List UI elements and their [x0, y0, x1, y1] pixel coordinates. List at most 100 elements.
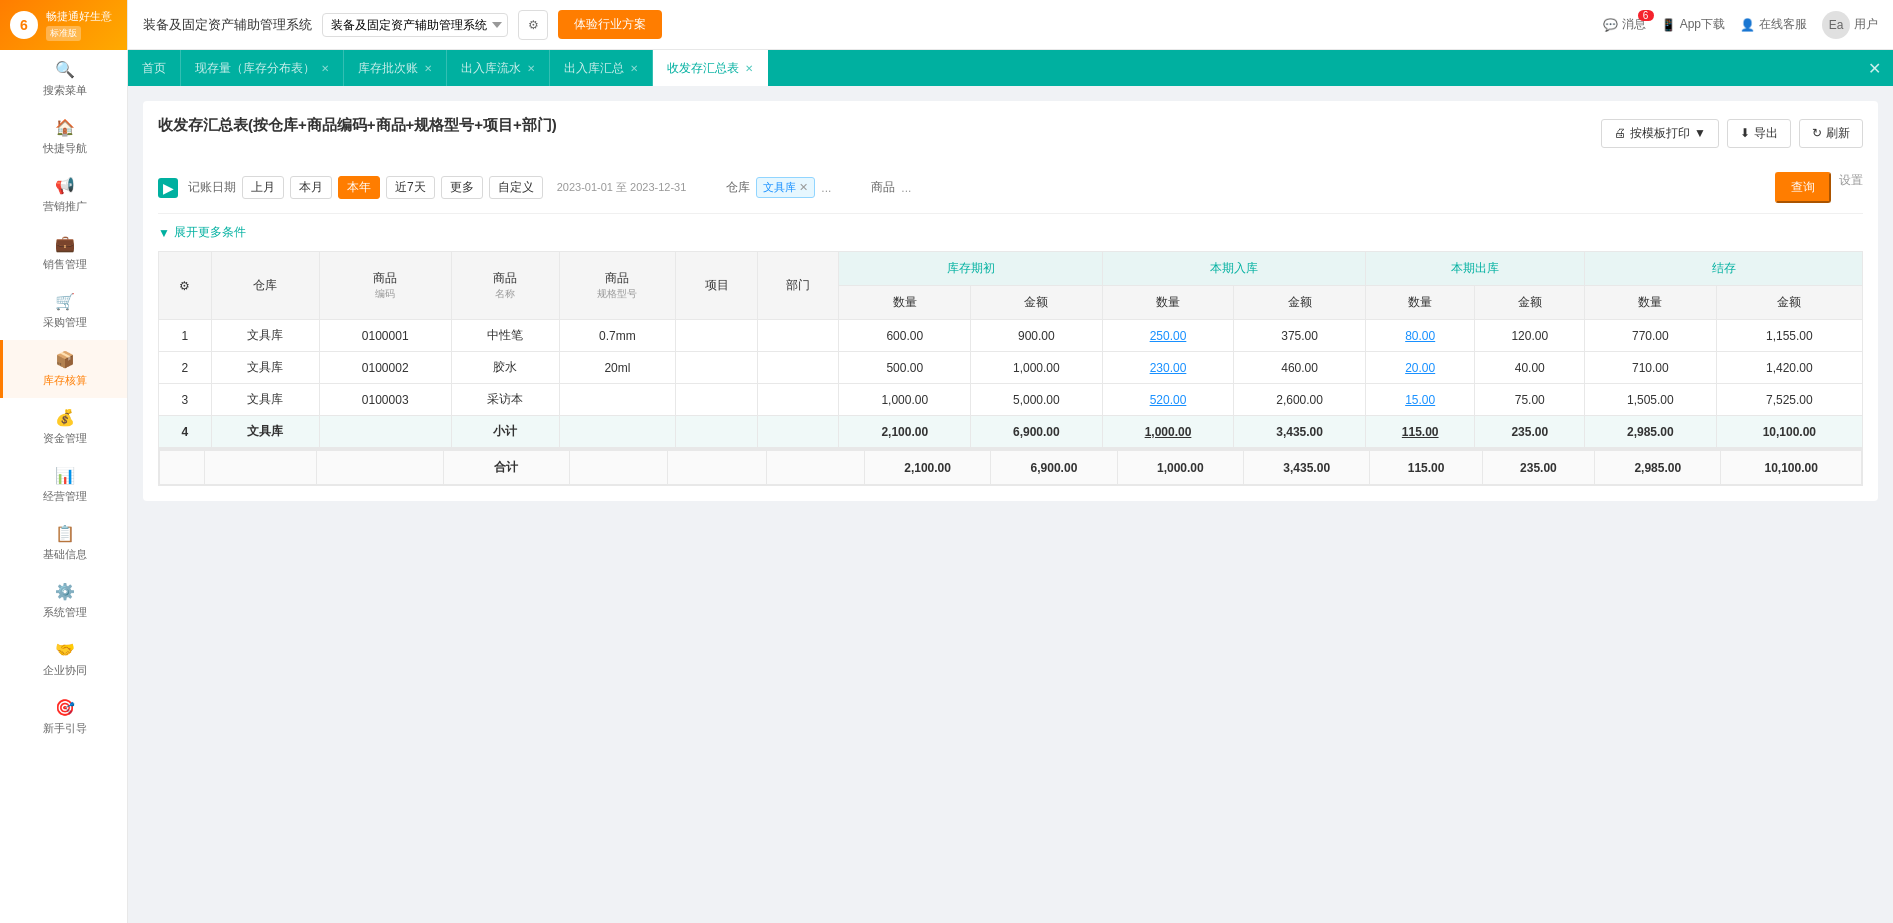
footer-in-qty: 1,000.00: [1117, 451, 1243, 485]
sidebar-item-search[interactable]: 🔍 搜索菜单: [0, 50, 127, 108]
col-in-qty: 数量: [1102, 286, 1234, 320]
message-btn[interactable]: 💬 消息 6: [1603, 16, 1646, 33]
filter-this-year[interactable]: 本年: [338, 176, 380, 199]
page-title: 收发存汇总表(按仓库+商品编码+商品+规格型号+项目+部门): [158, 116, 557, 135]
settings-link[interactable]: 设置: [1839, 172, 1863, 203]
col-in-header: 本期入库: [1102, 252, 1365, 286]
tabbar: 首页 现存量（库存分布表） ✕ 库存批次账 ✕ 出入库流水 ✕ 出入库汇总 ✕ …: [128, 50, 1893, 86]
footer-out-amt: 235.00: [1482, 451, 1594, 485]
warehouse-tag[interactable]: 文具库 ✕: [756, 177, 815, 198]
sidebar-logo: 6 畅捷通好生意 标准版: [0, 0, 127, 50]
tab-stock-dist[interactable]: 现存量（库存分布表） ✕: [181, 50, 344, 86]
filter-custom[interactable]: 自定义: [489, 176, 543, 199]
sidebar-item-quicknav[interactable]: 🏠 快捷导航: [0, 108, 127, 166]
in-qty-link-1[interactable]: 250.00: [1102, 320, 1234, 352]
system-icon: ⚙️: [55, 582, 75, 601]
user-menu[interactable]: Ea 用户: [1822, 11, 1878, 39]
tab-batch[interactable]: 库存批次账 ✕: [344, 50, 447, 86]
dropdown-icon: ▼: [1694, 126, 1706, 140]
filter-toggle-btn[interactable]: ▶: [158, 178, 178, 198]
content-card: 收发存汇总表(按仓库+商品编码+商品+规格型号+项目+部门) 🖨 按模板打印 ▼…: [143, 101, 1878, 501]
download-icon: 📱: [1661, 18, 1676, 32]
sidebar-item-sales[interactable]: 💼 销售管理: [0, 224, 127, 282]
warehouse-tag-close[interactable]: ✕: [799, 181, 808, 194]
warehouse-more-btn[interactable]: ...: [821, 181, 831, 195]
tab-close-summary[interactable]: ✕: [630, 63, 638, 74]
in-qty-link-2[interactable]: 230.00: [1102, 352, 1234, 384]
goods-filter-label: 商品: [871, 179, 895, 196]
tab-close-recv-summary[interactable]: ✕: [745, 63, 753, 74]
sidebar-item-purchase[interactable]: 🛒 采购管理: [0, 282, 127, 340]
tab-home[interactable]: 首页: [128, 50, 181, 86]
col-dept-header: 部门: [757, 252, 839, 320]
online-service-btn[interactable]: 👤 在线客服: [1740, 16, 1807, 33]
col-project-header: 项目: [676, 252, 758, 320]
refresh-btn[interactable]: ↻ 刷新: [1799, 119, 1863, 148]
enterprise-icon: 🤝: [55, 640, 75, 659]
tab-close-flow[interactable]: ✕: [527, 63, 535, 74]
sidebar-item-guide[interactable]: 🎯 新手引导: [0, 688, 127, 746]
sidebar-item-enterprise[interactable]: 🤝 企业协同: [0, 630, 127, 688]
tab-close-stock-dist[interactable]: ✕: [321, 63, 329, 74]
home-icon: 🏠: [55, 118, 75, 137]
settings-button[interactable]: ⚙: [518, 10, 548, 40]
footer-out-qty: 115.00: [1370, 451, 1482, 485]
table-row: 2 文具库 0100002 胶水 20ml 500.00 1,000.00 23…: [159, 352, 1863, 384]
out-qty-link-1[interactable]: 80.00: [1365, 320, 1475, 352]
refresh-icon: ↻: [1812, 126, 1822, 140]
service-icon: 👤: [1740, 18, 1755, 32]
expand-icon: ▼: [158, 226, 170, 240]
footer-label: 合计: [443, 451, 569, 485]
trial-button[interactable]: 体验行业方案: [558, 10, 662, 39]
filter-prev-month[interactable]: 上月: [242, 176, 284, 199]
out-qty-link-3[interactable]: 15.00: [1365, 384, 1475, 416]
filter-more-date[interactable]: 更多: [441, 176, 483, 199]
sidebar-item-system[interactable]: ⚙️ 系统管理: [0, 572, 127, 630]
col-close-qty: 数量: [1585, 286, 1717, 320]
in-qty-link-3[interactable]: 520.00: [1102, 384, 1234, 416]
date-range-display: 2023-01-01 至 2023-12-31: [557, 180, 687, 195]
filter-this-month[interactable]: 本月: [290, 176, 332, 199]
export-icon: ⬇: [1740, 126, 1750, 140]
expand-more-btn[interactable]: ▼ 展开更多条件: [158, 224, 1863, 241]
table-row: 3 文具库 0100003 采访本 1,000.00 5,000.00 520.…: [159, 384, 1863, 416]
sidebar-item-inventory[interactable]: 📦 库存核算: [0, 340, 127, 398]
finance-icon: 💰: [55, 408, 75, 427]
print-icon: 🖨: [1614, 126, 1626, 140]
sidebar-item-finance[interactable]: 💰 资金管理: [0, 398, 127, 456]
avatar: Ea: [1822, 11, 1850, 39]
data-table: ⚙ 仓库 商品 编码 商品 名称 商品 规格型号: [158, 251, 1863, 448]
tab-close-batch[interactable]: ✕: [424, 63, 432, 74]
sidebar-item-basic[interactable]: 📋 基础信息: [0, 514, 127, 572]
query-btn[interactable]: 查询: [1775, 172, 1831, 203]
filter-bar: ▶ 记账日期 上月 本月 本年 近7天 更多 自定义 2023-01-01 至 …: [158, 162, 1863, 214]
tab-flow[interactable]: 出入库流水 ✕: [447, 50, 550, 86]
col-settings-header[interactable]: ⚙: [159, 252, 212, 320]
message-icon: 💬: [1603, 18, 1618, 32]
system-select[interactable]: 装备及固定资产辅助管理系统: [322, 13, 508, 37]
close-all-tabs[interactable]: ✕: [1856, 59, 1893, 78]
main-content: 收发存汇总表(按仓库+商品编码+商品+规格型号+项目+部门) 🖨 按模板打印 ▼…: [128, 86, 1893, 923]
data-table-container: ⚙ 仓库 商品 编码 商品 名称 商品 规格型号: [158, 251, 1863, 448]
inventory-icon: 📦: [55, 350, 75, 369]
col-warehouse-header: 仓库: [211, 252, 319, 320]
footer-close-amt: 10,100.00: [1721, 451, 1862, 485]
export-btn[interactable]: ⬇ 导出: [1727, 119, 1791, 148]
print-btn[interactable]: 🖨 按模板打印 ▼: [1601, 119, 1719, 148]
tab-summary[interactable]: 出入库汇总 ✕: [550, 50, 653, 86]
col-spec-header: 商品 规格型号: [559, 252, 676, 320]
out-qty-link-2[interactable]: 20.00: [1365, 352, 1475, 384]
filter-7days[interactable]: 近7天: [386, 176, 435, 199]
col-out-amt: 金额: [1475, 286, 1585, 320]
marketing-icon: 📢: [55, 176, 75, 195]
tab-recv-summary[interactable]: 收发存汇总表 ✕: [653, 50, 768, 86]
goods-more-btn[interactable]: ...: [901, 181, 911, 195]
col-closing-header: 结存: [1585, 252, 1863, 286]
sidebar-item-marketing[interactable]: 📢 营销推广: [0, 166, 127, 224]
footer-open-amt: 6,900.00: [991, 451, 1117, 485]
table-row: 1 文具库 0100001 中性笔 0.7mm 600.00 900.00 25…: [159, 320, 1863, 352]
sidebar-item-operations[interactable]: 📊 经营管理: [0, 456, 127, 514]
app-download-btn[interactable]: 📱 App下载: [1661, 16, 1725, 33]
col-in-amt: 金额: [1234, 286, 1366, 320]
logo-icon: 6: [10, 11, 38, 39]
